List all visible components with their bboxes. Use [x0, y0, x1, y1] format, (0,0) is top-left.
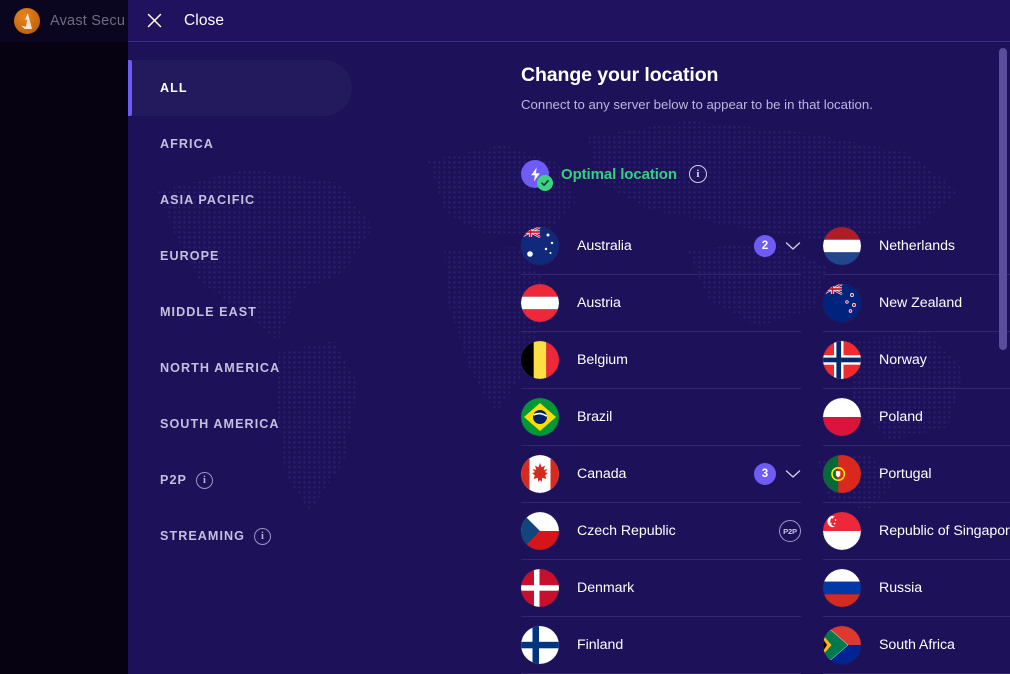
flag-icon-au [521, 227, 559, 265]
sidebar-item-label: ASIA PACIFIC [160, 193, 256, 207]
country-name: Finland [577, 637, 624, 653]
vertical-scrollbar[interactable] [996, 42, 1010, 674]
country-row[interactable]: Australia 2 [521, 218, 801, 275]
country-column-right: NetherlandsP2P New Zealand Norway Poland… [823, 218, 1010, 674]
sidebar-item-label: AFRICA [160, 137, 214, 151]
country-row[interactable]: Norway [823, 332, 1010, 389]
country-row[interactable]: Republic of Singapore [823, 503, 1010, 560]
country-row[interactable]: Austria [521, 275, 801, 332]
country-name: Australia [577, 238, 632, 254]
country-name: Netherlands [879, 238, 955, 254]
country-name: Portugal [879, 466, 932, 482]
avast-logo-icon [14, 8, 40, 34]
country-row[interactable]: Denmark [521, 560, 801, 617]
chevron-down-icon[interactable] [785, 469, 801, 479]
info-icon[interactable]: i [195, 471, 213, 489]
country-row[interactable]: New Zealand [823, 275, 1010, 332]
country-grid: Australia 2 Austria Belgium Brazil Canada… [521, 218, 1010, 674]
sidebar-item-label: SOUTH AMERICA [160, 417, 280, 431]
flag-icon-za [823, 626, 861, 664]
location-window: Close ALL AFRICA ASIA PACIFIC EUROPE MID… [128, 0, 1010, 674]
flag-icon-nz [823, 284, 861, 322]
sidebar-item-label: NORTH AMERICA [160, 361, 281, 375]
country-row[interactable]: Russia2 [823, 560, 1010, 617]
sidebar-item-label: MIDDLE EAST [160, 305, 257, 319]
country-row-actions: 2 [754, 235, 801, 257]
close-button-label[interactable]: Close [184, 12, 224, 30]
flag-icon-nl [823, 227, 861, 265]
flag-icon-br [521, 398, 559, 436]
sidebar-item-middle-east[interactable]: MIDDLE EAST [128, 284, 393, 340]
country-name: Russia [879, 580, 923, 596]
sidebar-item-streaming[interactable]: STREAMING i [128, 508, 393, 564]
close-icon[interactable] [140, 7, 168, 35]
sidebar-item-label: EUROPE [160, 249, 220, 263]
sidebar-item-south-america[interactable]: SOUTH AMERICA [128, 396, 393, 452]
optimal-location-label: Optimal location [561, 165, 677, 183]
flag-icon-be [521, 341, 559, 379]
flag-icon-dk [521, 569, 559, 607]
country-name: Czech Republic [577, 523, 676, 539]
country-row[interactable]: NetherlandsP2P [823, 218, 1010, 275]
flag-icon-pt [823, 455, 861, 493]
country-name: Denmark [577, 580, 635, 596]
p2p-badge-icon: P2P [779, 520, 801, 542]
window-header: Close [128, 0, 1010, 42]
sidebar-item-africa[interactable]: AFRICA [128, 116, 393, 172]
flag-icon-at [521, 284, 559, 322]
country-name: Belgium [577, 352, 628, 368]
sidebar-item-north-america[interactable]: NORTH AMERICA [128, 340, 393, 396]
server-count-badge: 2 [754, 235, 776, 257]
sidebar-item-p2p[interactable]: P2P i [128, 452, 393, 508]
country-column-left: Australia 2 Austria Belgium Brazil Canada… [521, 218, 801, 674]
sidebar-item-label: STREAMING [160, 529, 246, 543]
country-name: Poland [879, 409, 923, 425]
country-name: Republic of Singapore [879, 523, 1010, 539]
flag-icon-pl [823, 398, 861, 436]
country-name: Norway [879, 352, 927, 368]
country-name: Brazil [577, 409, 613, 425]
flag-icon-fi [521, 626, 559, 664]
page-title: Change your location [521, 64, 719, 86]
country-row-actions: P2P [779, 520, 801, 542]
country-row-actions: 3 [754, 463, 801, 485]
country-name: South Africa [879, 637, 955, 653]
category-sidebar: ALL AFRICA ASIA PACIFIC EUROPE MIDDLE EA… [128, 42, 393, 674]
app-root: Avast Secu Close ALL AFRICA ASIA PACIFIC… [0, 0, 1010, 674]
country-name: Canada [577, 466, 627, 482]
country-row[interactable]: Brazil [521, 389, 801, 446]
flag-icon-sg [823, 512, 861, 550]
country-row[interactable]: Poland [823, 389, 1010, 446]
country-row[interactable]: South Africa [823, 617, 1010, 674]
flag-icon-no [823, 341, 861, 379]
page-subtitle: Connect to any server below to appear to… [521, 97, 873, 112]
sidebar-item-all[interactable]: ALL [128, 60, 352, 116]
sidebar-item-asia-pacific[interactable]: ASIA PACIFIC [128, 172, 393, 228]
flag-icon-cz [521, 512, 559, 550]
optimal-location-row[interactable]: Optimal location i [521, 160, 707, 191]
main-pane: Change your location Connect to any serv… [393, 42, 1010, 674]
info-icon[interactable]: i [254, 527, 272, 545]
sidebar-item-label: P2P [160, 473, 187, 487]
check-icon [537, 175, 553, 191]
flag-icon-ru [823, 569, 861, 607]
flag-icon-ca [521, 455, 559, 493]
optimal-location-badge [521, 160, 553, 191]
sidebar-item-label: ALL [160, 81, 188, 95]
scrollbar-thumb[interactable] [999, 48, 1007, 350]
host-app-title: Avast Secu [50, 13, 126, 29]
country-row[interactable]: Portugal [823, 446, 1010, 503]
country-row[interactable]: Finland [521, 617, 801, 674]
info-icon[interactable]: i [688, 165, 707, 183]
country-name: New Zealand [879, 295, 963, 311]
server-count-badge: 3 [754, 463, 776, 485]
sidebar-item-europe[interactable]: EUROPE [128, 228, 393, 284]
country-row[interactable]: Belgium [521, 332, 801, 389]
country-name: Austria [577, 295, 621, 311]
chevron-down-icon[interactable] [785, 241, 801, 251]
country-row[interactable]: Canada 3 [521, 446, 801, 503]
country-row[interactable]: Czech Republic P2P [521, 503, 801, 560]
